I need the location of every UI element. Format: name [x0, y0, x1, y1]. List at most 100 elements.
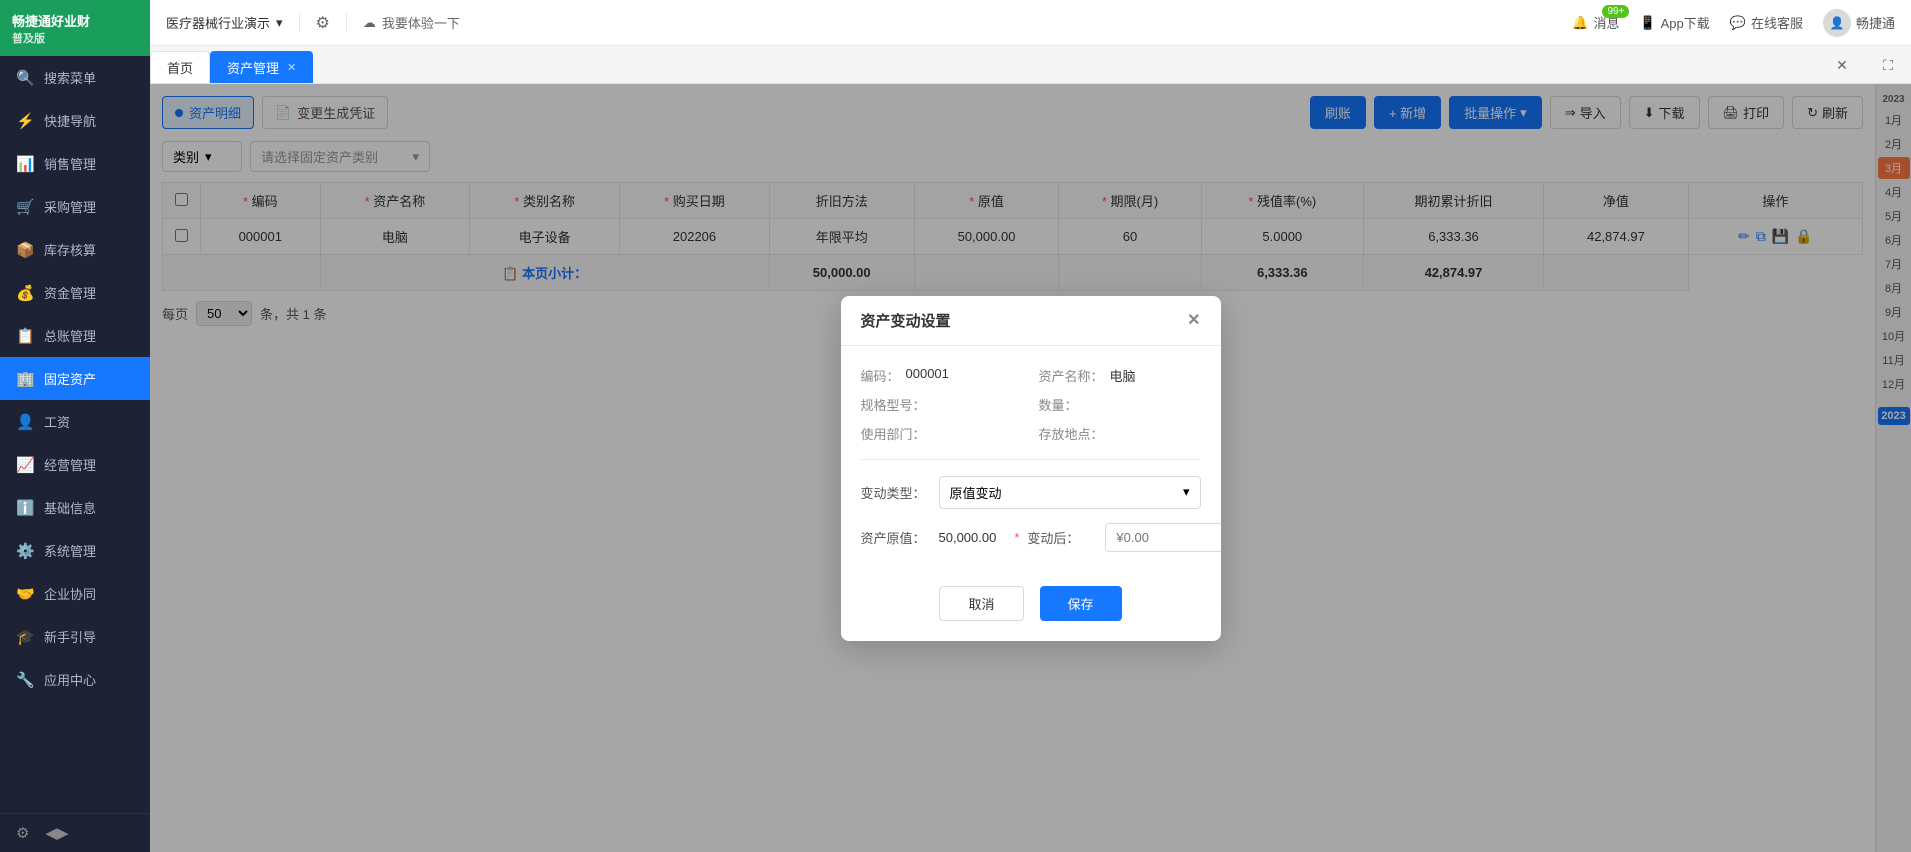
sidebar-item-label: 采购管理 [44, 197, 96, 216]
app-logo: 畅捷通好业财 普及版 [0, 0, 150, 56]
main-content: 医疗器械行业演示 ▾ ⚙ ☁ 我要体验一下 🔔 消息 99+ 📱 App下载 💬… [150, 0, 1911, 852]
name-value: 电脑 [1110, 366, 1136, 385]
code-value: 000001 [906, 366, 949, 385]
basicinfo-icon: ℹ️ [16, 499, 34, 517]
asset-change-modal: 资产变动设置 ✕ 编码： 000001 资产名称： 电脑 [841, 296, 1221, 641]
modal-overlay: 资产变动设置 ✕ 编码： 000001 资产名称： 电脑 [150, 84, 1911, 852]
window-controls: ✕ ⛶ [1819, 46, 1911, 84]
after-value-input[interactable] [1105, 523, 1220, 552]
sidebar-item-label: 工资 [44, 412, 70, 431]
sidebar-scroll: 🔍 搜索菜单 ⚡ 快捷导航 📊 销售管理 🛒 采购管理 📦 库存核算 💰 资金管… [0, 56, 150, 813]
bell-icon: 🔔 [1572, 15, 1588, 31]
sidebar-item-system[interactable]: ⚙️ 系统管理 [0, 529, 150, 572]
topbar-right: 🔔 消息 99+ 📱 App下载 💬 在线客服 👤 畅捷通 [1572, 9, 1895, 37]
sidebar: 畅捷通好业财 普及版 🔍 搜索菜单 ⚡ 快捷导航 📊 销售管理 🛒 采购管理 📦… [0, 0, 150, 852]
modal-header: 资产变动设置 ✕ [841, 296, 1221, 346]
purchase-icon: 🛒 [16, 198, 34, 216]
system-icon: ⚙️ [16, 542, 34, 560]
modal-info-grid: 编码： 000001 资产名称： 电脑 规格型号： 数量： [861, 366, 1201, 460]
sidebar-item-appcenter[interactable]: 🔧 应用中心 [0, 658, 150, 701]
guide-icon: 🎓 [16, 628, 34, 646]
search-icon: 🔍 [16, 69, 34, 87]
info-code: 编码： 000001 [861, 366, 1023, 385]
appcenter-icon: 🔧 [16, 671, 34, 689]
collapse-icon[interactable]: ◀▶ [45, 824, 68, 842]
avatar: 👤 [1823, 9, 1851, 37]
change-type-label: 变动类型： [861, 483, 931, 502]
sidebar-bottom: ⚙ ◀▶ [0, 813, 150, 852]
company-selector[interactable]: 医疗器械行业演示 ▾ [166, 13, 283, 32]
sidebar-item-ledger[interactable]: 📋 总账管理 [0, 314, 150, 357]
original-value-field: 50,000.00 [939, 524, 1007, 551]
sidebar-item-label: 应用中心 [44, 670, 96, 689]
modal-title: 资产变动设置 [861, 310, 951, 331]
chevron-down-icon: ▾ [1183, 484, 1190, 500]
experience-btn[interactable]: ☁ 我要体验一下 [363, 13, 460, 32]
original-value-row: 资产原值： 50,000.00 * 变动后： [861, 523, 1201, 552]
service-icon: 💬 [1730, 15, 1746, 31]
name-label: 资产名称： [1039, 366, 1104, 385]
salary-icon: 👤 [16, 413, 34, 431]
notification-badge: 99+ [1602, 5, 1629, 18]
company-name: 医疗器械行业演示 [166, 13, 270, 32]
quicknav-icon: ⚡ [16, 112, 34, 130]
sidebar-item-guide[interactable]: 🎓 新手引导 [0, 615, 150, 658]
modal-close-btn[interactable]: ✕ [1187, 310, 1200, 330]
collab-icon: 🤝 [16, 585, 34, 603]
app-name: 畅捷通好业财 [12, 11, 90, 30]
download-icon: 📱 [1639, 15, 1655, 31]
window-close-btn[interactable]: ✕ [1819, 46, 1865, 84]
content-area: 资产明细 📄 变更生成凭证 刷账 + 新增 批量操作 ▾ [150, 84, 1911, 852]
after-label: 变动后： [1027, 528, 1097, 547]
info-location: 存放地点： [1039, 424, 1201, 443]
dept-label: 使用部门： [861, 424, 926, 443]
sidebar-item-operations[interactable]: 📈 经营管理 [0, 443, 150, 486]
sidebar-item-label: 销售管理 [44, 154, 96, 173]
info-quantity: 数量： [1039, 395, 1201, 414]
inventory-icon: 📦 [16, 241, 34, 259]
change-type-row: 变动类型： 原值变动 ▾ [861, 476, 1201, 509]
sidebar-item-fixedassets[interactable]: 🏢 固定资产 [0, 357, 150, 400]
sidebar-item-inventory[interactable]: 📦 库存核算 [0, 228, 150, 271]
modal-body: 编码： 000001 资产名称： 电脑 规格型号： 数量： [841, 346, 1221, 586]
save-button[interactable]: 保存 [1040, 586, 1122, 621]
sidebar-item-label: 搜索菜单 [44, 68, 96, 87]
sidebar-item-finance[interactable]: 💰 资金管理 [0, 271, 150, 314]
code-label: 编码： [861, 366, 900, 385]
notifications-btn[interactable]: 🔔 消息 99+ [1572, 13, 1619, 32]
ledger-icon: 📋 [16, 327, 34, 345]
spec-label: 规格型号： [861, 395, 926, 414]
sidebar-item-search[interactable]: 🔍 搜索菜单 [0, 56, 150, 99]
cancel-button[interactable]: 取消 [939, 586, 1023, 621]
online-service-btn[interactable]: 💬 在线客服 [1730, 13, 1803, 32]
sidebar-item-purchase[interactable]: 🛒 采购管理 [0, 185, 150, 228]
sidebar-item-quicknav[interactable]: ⚡ 快捷导航 [0, 99, 150, 142]
app-download-btn[interactable]: 📱 App下载 [1639, 13, 1709, 32]
fixedassets-icon: 🏢 [16, 370, 34, 388]
required-mark: * [1014, 530, 1019, 545]
change-type-select[interactable]: 原值变动 ▾ [939, 476, 1201, 509]
sidebar-item-label: 基础信息 [44, 498, 96, 517]
window-maximize-btn[interactable]: ⛶ [1865, 46, 1911, 84]
sidebar-item-salary[interactable]: 👤 工资 [0, 400, 150, 443]
user-menu[interactable]: 👤 畅捷通 [1823, 9, 1895, 37]
info-name: 资产名称： 电脑 [1039, 366, 1201, 385]
info-spec: 规格型号： [861, 395, 1023, 414]
sidebar-item-label: 快捷导航 [44, 111, 96, 130]
sidebar-item-label: 总账管理 [44, 326, 96, 345]
topbar-divider2 [346, 13, 347, 33]
tab-close-icon[interactable]: ✕ [287, 61, 296, 74]
sales-icon: 📊 [16, 155, 34, 173]
tab-home[interactable]: 首页 [150, 51, 210, 83]
sidebar-item-collab[interactable]: 🤝 企业协同 [0, 572, 150, 615]
sidebar-item-label: 企业协同 [44, 584, 96, 603]
tab-asset-management[interactable]: 资产管理 ✕ [210, 51, 313, 83]
tabs-bar: 首页 资产管理 ✕ ✕ ⛶ [150, 46, 1911, 84]
location-label: 存放地点： [1039, 424, 1104, 443]
settings-icon[interactable]: ⚙ [316, 13, 330, 33]
settings-icon[interactable]: ⚙ [16, 824, 29, 842]
topbar: 医疗器械行业演示 ▾ ⚙ ☁ 我要体验一下 🔔 消息 99+ 📱 App下载 💬… [150, 0, 1911, 46]
sidebar-item-sales[interactable]: 📊 销售管理 [0, 142, 150, 185]
chevron-down-icon: ▾ [276, 15, 283, 31]
sidebar-item-basicinfo[interactable]: ℹ️ 基础信息 [0, 486, 150, 529]
